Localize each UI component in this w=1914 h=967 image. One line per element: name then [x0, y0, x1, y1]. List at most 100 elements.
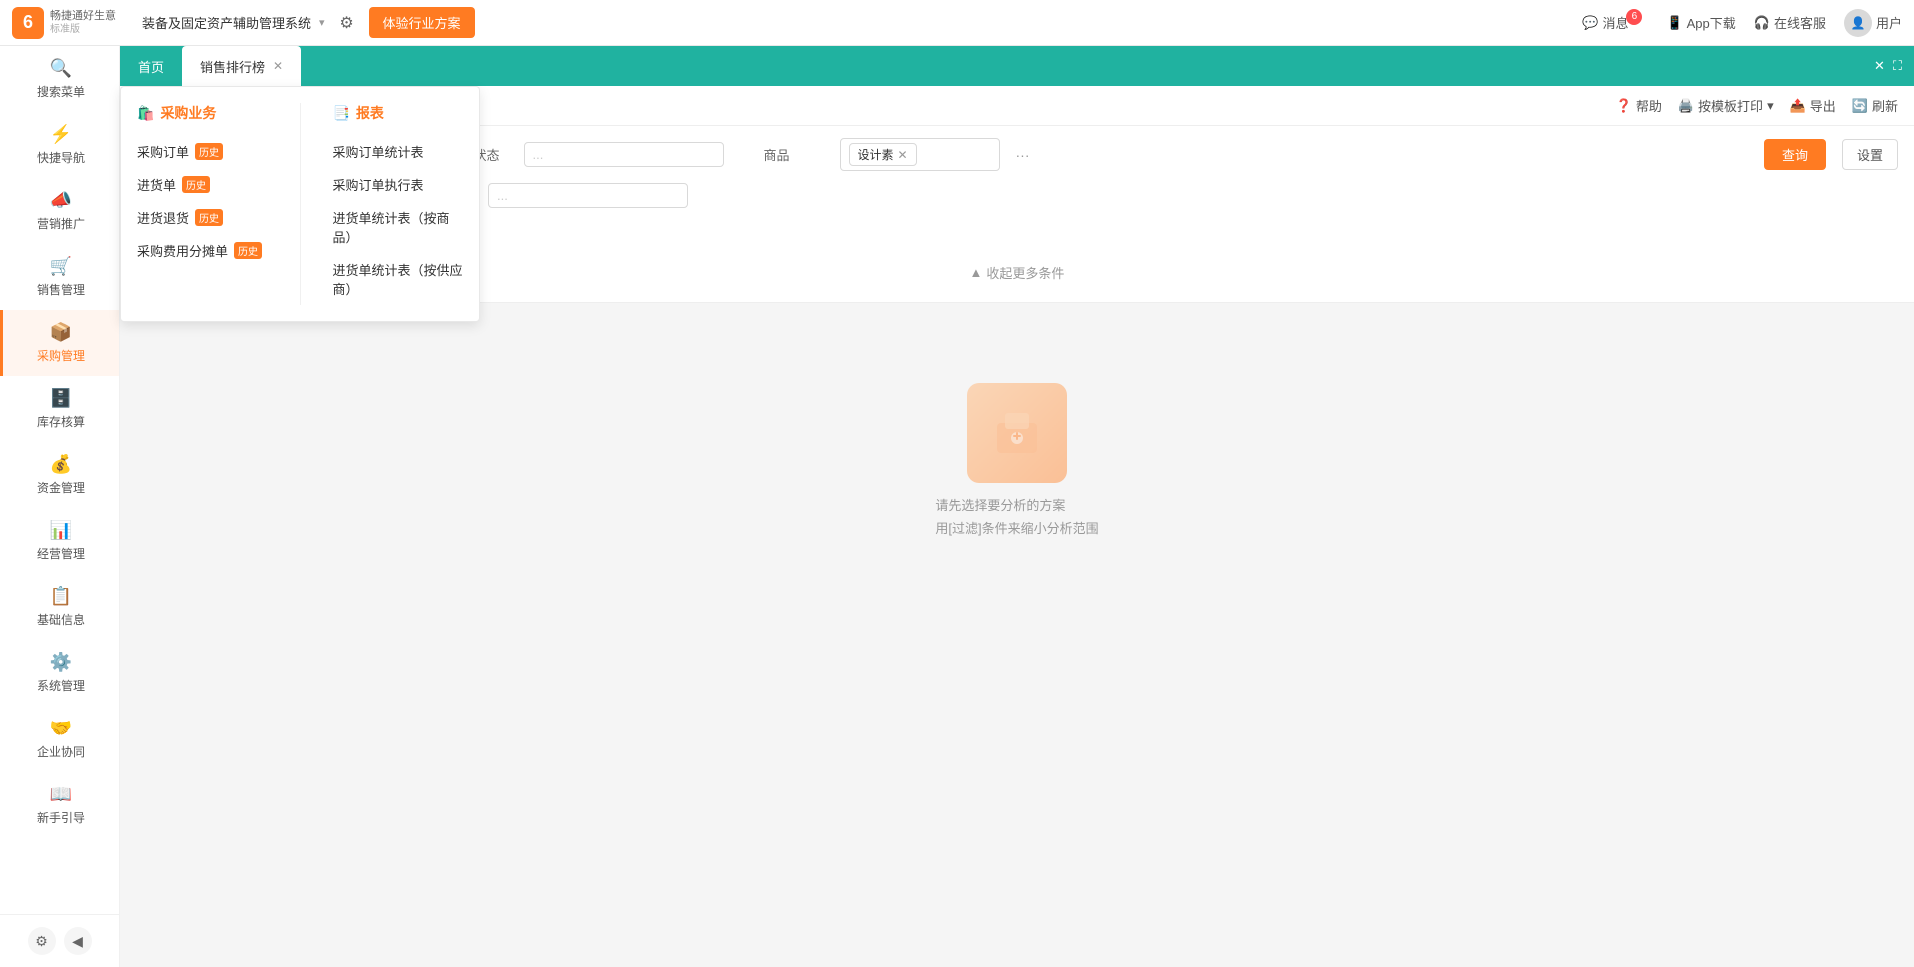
top-bar-right: 💬 消息 6 📱 App下载 🎧 在线客服 👤 用户 [1582, 9, 1902, 37]
sidebar-settings-button[interactable]: ⚙ [28, 927, 56, 955]
inbound-label: 进货单 [137, 175, 176, 194]
quick-nav-icon: ⚡ [50, 124, 72, 145]
print-button[interactable]: 🖨️ 按模板打印 ▾ [1678, 96, 1774, 115]
refresh-button[interactable]: 🔄 刷新 [1852, 96, 1898, 115]
help-button[interactable]: ❓ 帮助 [1616, 96, 1662, 115]
history-badge-3: 历史 [195, 209, 223, 226]
sidebar-item-quick-nav[interactable]: ⚡ 快捷导航 [0, 112, 119, 178]
logo-text: 畅捷通好生意 标准版 [50, 9, 116, 36]
dropdown-report-title: 📑 报表 [333, 103, 464, 123]
system-icon: ⚙️ [50, 652, 72, 673]
goods-tag-remove[interactable]: ✕ [898, 148, 908, 162]
finance-icon: 💰 [50, 454, 72, 475]
dropdown-item-report-inbound-supplier[interactable]: 进货单统计表（按供应商） [333, 253, 464, 305]
sales-icon: 🛒 [50, 256, 72, 277]
dropdown-item-report-inbound-goods[interactable]: 进货单统计表（按商品） [333, 201, 464, 253]
filter-settings-button[interactable]: 设置 [1842, 139, 1898, 170]
enterprise-icon: 🤝 [50, 718, 72, 739]
guide-icon: 📖 [50, 784, 72, 805]
bill-status-input[interactable]: ... [524, 142, 724, 167]
avatar: 👤 [1844, 9, 1872, 37]
sidebar-item-basic-info[interactable]: 📋 基础信息 [0, 574, 119, 640]
refresh-icon: 🔄 [1852, 98, 1868, 114]
goods-tag: 设计素 ✕ [849, 143, 917, 166]
sidebar-item-operation[interactable]: 📊 经营管理 [0, 508, 119, 574]
dropdown-item-purchase-order[interactable]: 采购订单 历史 [137, 135, 268, 168]
sidebar-item-marketing[interactable]: 📣 营销推广 [0, 178, 119, 244]
history-badge-1: 历史 [195, 143, 223, 160]
collapse-icon: ▲ [970, 265, 983, 280]
marketing-icon: 📣 [50, 190, 72, 211]
logo-icon: 6 [12, 7, 44, 39]
layout: 🔍 搜索菜单 ⚡ 快捷导航 📣 营销推广 🛒 销售管理 📦 采购管理 🗄️ 库存… [0, 46, 1914, 967]
tab-bar: 首页 销售排行榜 ✕ ✕ ⛶ [120, 46, 1914, 86]
dropdown-item-inbound[interactable]: 进货单 历史 [137, 168, 268, 201]
system-title-area: 装备及固定资产辅助管理系统 ▾ ⚙ 体验行业方案 [142, 7, 1582, 38]
online-service-button[interactable]: 🎧 在线客服 [1754, 13, 1826, 32]
tab-bar-right: ✕ ⛶ [1874, 58, 1914, 74]
tab-close-button[interactable]: ✕ [273, 59, 283, 73]
empty-icon [967, 383, 1067, 483]
basic-info-icon: 📋 [50, 586, 72, 607]
query-button[interactable]: 查询 [1764, 139, 1826, 170]
dropdown-item-return[interactable]: 进货退货 历史 [137, 201, 268, 234]
collapse-button[interactable]: ▲ 收起更多条件 [970, 263, 1065, 282]
trial-button[interactable]: 体验行业方案 [369, 7, 475, 38]
purchase-icon: 📦 [50, 322, 72, 343]
purchase-order-label: 采购订单 [137, 142, 189, 161]
sidebar-collapse-button[interactable]: ◀ [64, 927, 92, 955]
main-wrapper: 🛍️ 采购业务 采购订单 历史 进货单 历史 进货退货 历史 采购费用分摊单 [120, 46, 1914, 967]
inventory-icon: 🗄️ [50, 388, 72, 409]
tab-close-icon[interactable]: ✕ [1874, 58, 1885, 74]
phone-icon: 📱 [1666, 15, 1682, 31]
export-icon: 📤 [1790, 98, 1806, 114]
message-icon: 💬 [1582, 15, 1598, 31]
history-badge-2: 历史 [182, 176, 210, 193]
sidebar-item-finance[interactable]: 💰 资金管理 [0, 442, 119, 508]
sidebar-item-purchase[interactable]: 📦 采购管理 [0, 310, 119, 376]
purchase-section-icon: 🛍️ [137, 105, 154, 122]
empty-state: 请先选择要分析的方案 用[过滤]条件来缩小分析范围 [120, 303, 1914, 621]
message-button[interactable]: 💬 消息 6 [1582, 13, 1648, 32]
goods-ellipsis[interactable]: ··· [1016, 147, 1030, 163]
empty-svg [987, 403, 1047, 463]
dropdown-divider [300, 103, 301, 305]
dropdown-item-report-order-stat[interactable]: 采购订单统计表 [333, 135, 464, 168]
dropdown-report-col: 📑 报表 采购订单统计表 采购订单执行表 进货单统计表（按商品） 进货单统计表（… [333, 103, 464, 305]
sidebar-item-system[interactable]: ⚙️ 系统管理 [0, 640, 119, 706]
goods-input[interactable]: 设计素 ✕ [840, 138, 1000, 171]
history-badge-4: 历史 [234, 242, 262, 259]
sidebar-item-enterprise[interactable]: 🤝 企业协同 [0, 706, 119, 772]
sidebar-item-search-menu[interactable]: 🔍 搜索菜单 [0, 46, 119, 112]
return-label: 进货退货 [137, 208, 189, 227]
settings-icon-button[interactable]: ⚙ [333, 9, 361, 37]
tab-expand-icon[interactable]: ⛶ [1893, 58, 1902, 74]
export-button[interactable]: 📤 导出 [1790, 96, 1836, 115]
print-icon: 🖨️ [1678, 98, 1694, 114]
salesman-input[interactable]: ... [488, 183, 688, 208]
sidebar-item-inventory[interactable]: 🗄️ 库存核算 [0, 376, 119, 442]
help-icon: ❓ [1616, 98, 1632, 114]
expense-label: 采购费用分摊单 [137, 241, 228, 260]
system-title: 装备及固定资产辅助管理系统 [142, 13, 311, 32]
report-section-icon: 📑 [333, 105, 350, 122]
dropdown-item-report-order-exec[interactable]: 采购订单执行表 [333, 168, 464, 201]
goods-label: 商品 [764, 145, 824, 164]
logo: 6 畅捷通好生意 标准版 [12, 7, 132, 39]
sidebar-bottom: ⚙ ◀ [0, 914, 119, 967]
dropdown-item-expense[interactable]: 采购费用分摊单 历史 [137, 234, 268, 267]
sidebar-item-sales[interactable]: 🛒 销售管理 [0, 244, 119, 310]
search-icon: 🔍 [50, 58, 72, 79]
message-badge: 6 [1626, 9, 1642, 25]
dropdown-purchase-title: 🛍️ 采购业务 [137, 103, 268, 123]
app-download-button[interactable]: 📱 App下载 [1666, 13, 1735, 32]
print-dropdown-icon: ▾ [1767, 98, 1774, 114]
dropdown-arrow-icon[interactable]: ▾ [319, 16, 325, 29]
purchase-dropdown-menu: 🛍️ 采购业务 采购订单 历史 进货单 历史 进货退货 历史 采购费用分摊单 [120, 86, 480, 322]
operation-icon: 📊 [50, 520, 72, 541]
tab-sales-ranking[interactable]: 销售排行榜 ✕ [182, 46, 301, 86]
sidebar: 🔍 搜索菜单 ⚡ 快捷导航 📣 营销推广 🛒 销售管理 📦 采购管理 🗄️ 库存… [0, 46, 120, 967]
sidebar-item-guide[interactable]: 📖 新手引导 [0, 772, 119, 838]
user-button[interactable]: 👤 用户 [1844, 9, 1902, 37]
tab-home[interactable]: 首页 [120, 46, 182, 86]
